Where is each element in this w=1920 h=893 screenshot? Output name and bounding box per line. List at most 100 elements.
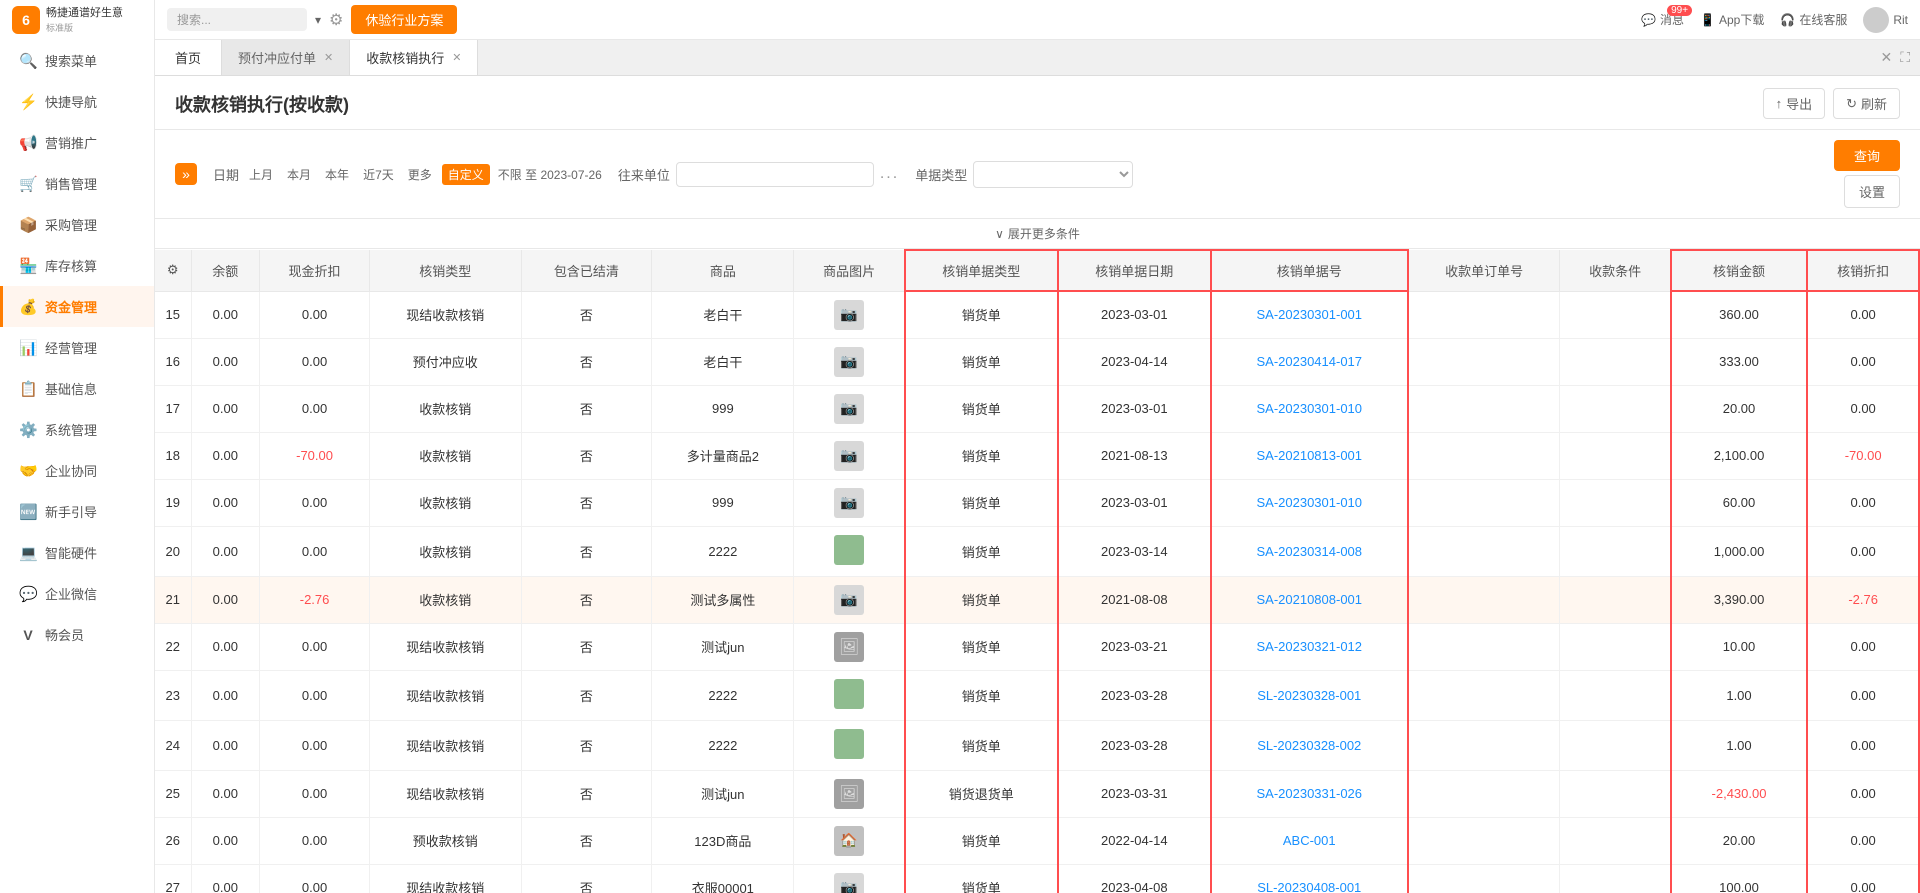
user-name: Rit (1893, 13, 1908, 27)
write-off-number-link[interactable]: SA-20230301-010 (1256, 495, 1362, 510)
cell-write-off-voucher-type: 销货单 (905, 817, 1058, 864)
write-off-number-link[interactable]: ABC-001 (1283, 833, 1336, 848)
top-dropdown-arrow[interactable]: ▾ (315, 13, 321, 27)
filter-expand-button[interactable]: » (175, 163, 197, 185)
top-search-box[interactable]: 搜索... (167, 8, 307, 31)
settings-gear-icon[interactable]: ⚙ (329, 10, 343, 30)
write-off-number-link[interactable]: SA-20210813-001 (1256, 448, 1362, 463)
sidebar-item-marketing[interactable]: 📢 营销推广 (0, 122, 154, 163)
counterparty-input[interactable] (676, 162, 874, 187)
sidebar-label-marketing: 营销推广 (45, 133, 97, 152)
sidebar-label-search: 搜索菜单 (45, 51, 97, 70)
sidebar-label-system: 系统管理 (45, 420, 97, 439)
expand-more-button[interactable]: ∨ 展开更多条件 (995, 225, 1080, 242)
industry-solution-button[interactable]: 休验行业方案 (351, 5, 457, 34)
cell-product: 测试jun (652, 770, 794, 817)
filter-link-last7days[interactable]: 近7天 (359, 164, 398, 185)
tab-writeoff[interactable]: 收款核销执行 ✕ (350, 40, 478, 75)
cell-write-off-type: 收款核销 (370, 576, 521, 623)
cell-product-image: 📷 (794, 385, 905, 432)
refresh-button[interactable]: ↻ 刷新 (1833, 88, 1900, 119)
sidebar-item-sales[interactable]: 🛒 销售管理 (0, 163, 154, 204)
cell-write-off-voucher-type: 销货单 (905, 479, 1058, 526)
sidebar-item-purchase[interactable]: 📦 采购管理 (0, 204, 154, 245)
tab-maximize-button[interactable]: ⛶ (1900, 49, 1910, 66)
cell-write-off-discount: 0.00 (1807, 526, 1919, 576)
tab-prepay-close-icon[interactable]: ✕ (324, 51, 333, 64)
voucher-type-filter-group: 单据类型 (915, 161, 1133, 188)
cell-write-off-type: 预付冲应收 (370, 338, 521, 385)
filter-bar: » 日期 上月 本月 本年 近7天 更多 自定义 不限 至 2023-07-26 (155, 130, 1920, 219)
cell-write-off-number: SL-20230408-001 (1211, 864, 1408, 893)
write-off-number-link[interactable]: SA-20230331-026 (1256, 786, 1362, 801)
write-off-number-link[interactable]: SA-20230321-012 (1256, 639, 1362, 654)
chevron-down-icon: ∨ (995, 227, 1004, 241)
export-icon: ↑ (1776, 96, 1783, 111)
write-off-number-link[interactable]: SL-20230328-001 (1257, 688, 1361, 703)
cell-product: 2222 (652, 720, 794, 770)
cell-include-settled: 否 (521, 385, 652, 432)
sidebar-item-operations[interactable]: 📊 经营管理 (0, 327, 154, 368)
sidebar-item-search-menu[interactable]: 🔍 搜索菜单 (0, 40, 154, 81)
write-off-number-link[interactable]: SA-20210808-001 (1256, 592, 1362, 607)
filter-link-this-month[interactable]: 本月 (283, 164, 315, 185)
sidebar-item-enterprise-wx[interactable]: 💬 企业微信 (0, 573, 154, 614)
app-download-item[interactable]: 📱 App下载 (1700, 11, 1764, 28)
sidebar-item-newbie[interactable]: 🆕 新手引导 (0, 491, 154, 532)
cell-balance: 0.00 (191, 432, 260, 479)
sidebar-item-basic-info[interactable]: 📋 基础信息 (0, 368, 154, 409)
user-item[interactable]: Rit (1863, 7, 1908, 33)
sidebar-item-smart-hw[interactable]: 💻 智能硬件 (0, 532, 154, 573)
tab-prepay[interactable]: 预付冲应付单 ✕ (222, 40, 350, 75)
tab-close-window-button[interactable]: ✕ (1880, 49, 1892, 66)
write-off-number-link[interactable]: SA-20230414-017 (1256, 354, 1362, 369)
filter-link-last-month[interactable]: 上月 (245, 164, 277, 185)
cell-product-image: 📷 (794, 291, 905, 338)
sidebar-item-vip[interactable]: V 畅会员 (0, 614, 154, 655)
online-service-item[interactable]: 🎧 在线客服 (1780, 11, 1847, 28)
cell-balance: 0.00 (191, 338, 260, 385)
column-settings-button[interactable]: 设置 (1844, 175, 1900, 208)
cell-write-off-voucher-type: 销货单 (905, 670, 1058, 720)
cell-receipt-condition (1560, 432, 1671, 479)
filter-link-this-year[interactable]: 本年 (321, 164, 353, 185)
cell-write-off-number: ABC-001 (1211, 817, 1408, 864)
cell-write-off-amount: 2,100.00 (1671, 432, 1808, 479)
th-write-off-voucher-type: 核销单据类型 (905, 250, 1058, 291)
th-settings[interactable]: ⚙ (155, 250, 191, 291)
enterprise-wx-icon: 💬 (19, 585, 37, 603)
write-off-number-link[interactable]: SA-20230301-001 (1256, 307, 1362, 322)
sidebar-item-finance[interactable]: 💰 资金管理 (0, 286, 154, 327)
write-off-number-link[interactable]: SA-20230301-010 (1256, 401, 1362, 416)
filter-link-more[interactable]: 更多 (404, 164, 436, 185)
table-row: 16 0.00 0.00 预付冲应收 否 老白干 📷 销货单 2023-04-1… (155, 338, 1919, 385)
tab-home[interactable]: 首页 (155, 40, 222, 75)
cell-product-image: 📷 (794, 864, 905, 893)
cell-product: 2222 (652, 526, 794, 576)
sidebar-item-quick-nav[interactable]: ⚡ 快捷导航 (0, 81, 154, 122)
app-logo-icon: 6 (12, 6, 40, 34)
sidebar-item-system[interactable]: ⚙️ 系统管理 (0, 409, 154, 450)
query-button[interactable]: 查询 (1834, 140, 1900, 171)
th-product: 商品 (652, 250, 794, 291)
write-off-number-link[interactable]: SL-20230408-001 (1257, 880, 1361, 893)
cell-product-image: 📷 (794, 432, 905, 479)
write-off-number-link[interactable]: SA-20230314-008 (1256, 544, 1362, 559)
filter-link-custom[interactable]: 自定义 (442, 164, 490, 185)
cell-balance: 0.00 (191, 817, 260, 864)
message-icon-item[interactable]: 💬 消息 99+ (1641, 11, 1684, 28)
sidebar-label-sales: 销售管理 (45, 174, 97, 193)
sidebar-item-inventory[interactable]: 🏪 库存核算 (0, 245, 154, 286)
table-row: 23 0.00 0.00 现结收款核销 否 2222 销货单 2023-03-2… (155, 670, 1919, 720)
export-button[interactable]: ↑ 导出 (1763, 88, 1826, 119)
write-off-number-link[interactable]: SL-20230328-002 (1257, 738, 1361, 753)
cell-write-off-discount: 0.00 (1807, 864, 1919, 893)
voucher-type-select[interactable] (973, 161, 1133, 188)
main-table: ⚙ 余额 现金折扣 核销类型 包含已结清 商品 商品图片 核销单据类型 核销单据… (155, 249, 1920, 893)
sidebar-item-enterprise[interactable]: 🤝 企业协同 (0, 450, 154, 491)
cell-receipt-condition (1560, 817, 1671, 864)
counterparty-dots[interactable]: ... (880, 165, 899, 183)
table-header-row: ⚙ 余额 现金折扣 核销类型 包含已结清 商品 商品图片 核销单据类型 核销单据… (155, 250, 1919, 291)
tab-writeoff-close-icon[interactable]: ✕ (452, 51, 461, 64)
cell-write-off-number: SL-20230328-002 (1211, 720, 1408, 770)
